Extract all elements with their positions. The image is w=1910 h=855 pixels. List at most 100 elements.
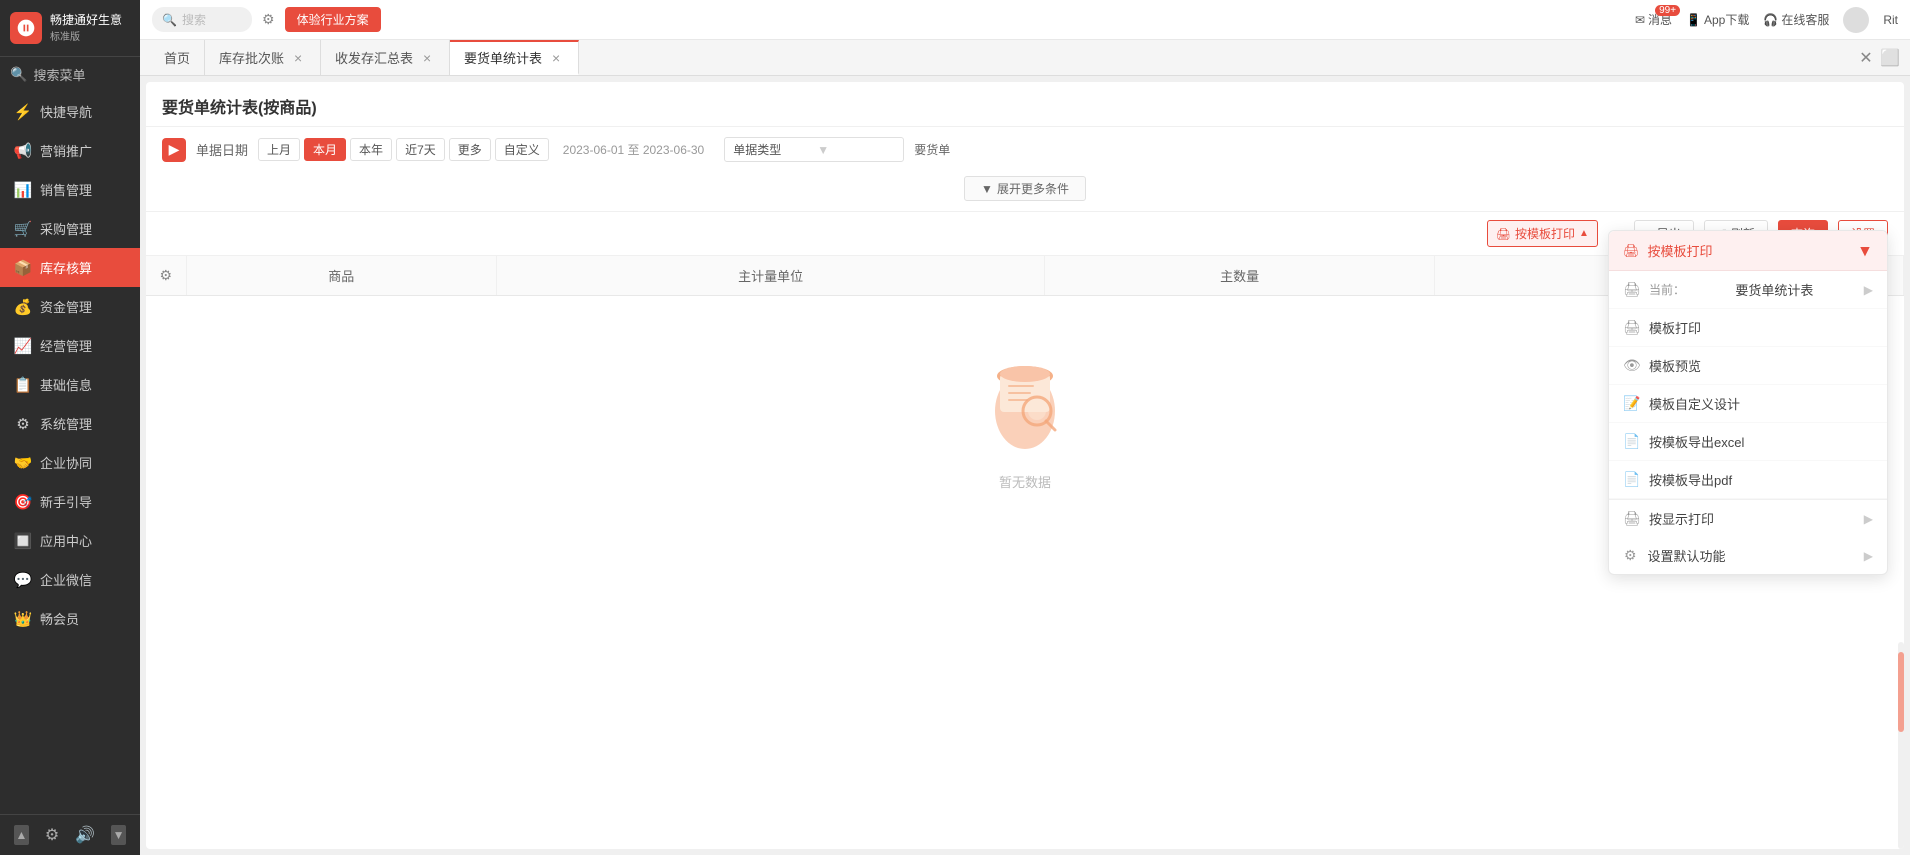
empty-text: 暂无数据 bbox=[999, 472, 1051, 491]
sidebar-item-apps[interactable]: 🔲 应用中心 bbox=[0, 521, 140, 560]
yaohuodan-label: 要货单 bbox=[914, 141, 950, 158]
expand-arrow-icon: ▼ bbox=[981, 182, 993, 196]
dropdown-close-btn[interactable]: ▲ bbox=[1857, 242, 1873, 260]
date-last-month-btn[interactable]: 上月 bbox=[258, 138, 300, 161]
date-this-year-btn[interactable]: 本年 bbox=[350, 138, 392, 161]
tab-home[interactable]: 首页 bbox=[150, 40, 205, 75]
tab-receipt-summary[interactable]: 收发存汇总表 × bbox=[321, 40, 450, 75]
expand-more-label: 展开更多条件 bbox=[997, 180, 1069, 197]
message-icon-item[interactable]: ✉ 消息 99+ bbox=[1635, 11, 1672, 28]
print-btn-label: 按模板打印 bbox=[1515, 225, 1575, 242]
topbar: 🔍 搜索 ⚙ 体验行业方案 ✉ 消息 99+ 📱 App下载 🎧 在线客服 Ri… bbox=[140, 0, 1910, 40]
tab-order-stats[interactable]: 要货单统计表 × bbox=[450, 40, 579, 75]
close-receipt-summary-btn[interactable]: × bbox=[419, 50, 435, 66]
dropdown-header: 🖨 按模板打印 ▲ bbox=[1609, 231, 1887, 271]
date-buttons: 上月 本月 本年 近7天 更多 自定义 bbox=[258, 138, 549, 161]
right-scrollbar[interactable] bbox=[1898, 642, 1904, 849]
template-design-icon: 📝 bbox=[1623, 395, 1639, 412]
online-service-item[interactable]: 🎧 在线客服 bbox=[1763, 11, 1829, 28]
template-indicator-icon: 🖨 bbox=[1623, 281, 1639, 298]
date-this-month-btn[interactable]: 本月 bbox=[304, 138, 346, 161]
print-btn[interactable]: 🖨 按模板打印 ▲ bbox=[1487, 220, 1598, 247]
maximize-btn[interactable]: ⬜ bbox=[1880, 48, 1900, 68]
table-header-settings[interactable]: ⚙ bbox=[146, 256, 186, 296]
sidebar-item-system[interactable]: ⚙ 系统管理 bbox=[0, 404, 140, 443]
speaker-icon[interactable]: 🔊 bbox=[75, 825, 95, 845]
sidebar-item-inventory[interactable]: 📦 库存核算 bbox=[0, 248, 140, 287]
chevron-down-icon: ▼ bbox=[817, 143, 895, 157]
sidebar-item-label: 基础信息 bbox=[40, 375, 92, 394]
sidebar-item-finance[interactable]: 💰 资金管理 bbox=[0, 287, 140, 326]
sidebar-item-wechat[interactable]: 💬 企业微信 bbox=[0, 560, 140, 599]
template-design-label: 模板自定义设计 bbox=[1649, 394, 1740, 413]
filter-expand-btn[interactable]: ▶ bbox=[162, 138, 186, 162]
sidebar-item-enterprise[interactable]: 🤝 企业协同 bbox=[0, 443, 140, 482]
sidebar-item-label: 快捷导航 bbox=[40, 102, 92, 121]
display-print-icon: 🖨 bbox=[1623, 510, 1639, 527]
date-7days-btn[interactable]: 近7天 bbox=[396, 138, 445, 161]
message-icon: ✉ bbox=[1635, 13, 1645, 27]
purchase-icon: 🛒 bbox=[14, 220, 32, 238]
finance-icon: 💰 bbox=[14, 298, 32, 316]
scroll-up-btn[interactable]: ▲ bbox=[14, 825, 29, 845]
dropdown-template-design[interactable]: 📝 模板自定义设计 bbox=[1609, 385, 1887, 423]
template-excel-label: 按模板导出excel bbox=[1649, 432, 1744, 451]
yaohuodan-type-filter: 要货单 bbox=[914, 141, 950, 158]
sidebar-item-basic[interactable]: 📋 基础信息 bbox=[0, 365, 140, 404]
dropdown-template-preview[interactable]: 👁 模板预览 bbox=[1609, 347, 1887, 385]
topbar-icons: ✉ 消息 99+ 📱 App下载 🎧 在线客服 Rit bbox=[1635, 7, 1898, 33]
dropdown-set-default[interactable]: ⚙ 设置默认功能 ▶ bbox=[1609, 537, 1887, 574]
tabbar-right: ✕ ⬜ bbox=[1856, 40, 1910, 75]
tabbar: 首页 库存批次账 × 收发存汇总表 × 要货单统计表 × ✕ ⬜ bbox=[140, 40, 1910, 76]
topbar-search-box[interactable]: 🔍 搜索 bbox=[152, 7, 252, 32]
inventory-icon: 📦 bbox=[14, 259, 32, 277]
template-excel-icon: 📄 bbox=[1623, 433, 1639, 450]
app-name: 畅捷通好生意 bbox=[50, 13, 122, 29]
username: Rit bbox=[1883, 13, 1898, 27]
table-header-unit: 主计量单位 bbox=[497, 256, 1045, 296]
page-content: 要货单统计表(按商品) ▶ 单据日期 上月 本月 本年 近7天 更多 自定义 2… bbox=[146, 82, 1904, 849]
expand-more-conditions-btn[interactable]: ▼ 展开更多条件 bbox=[964, 176, 1086, 201]
app-logo: 畅捷通好生意 标准版 bbox=[0, 0, 140, 57]
app-name-block: 畅捷通好生意 标准版 bbox=[50, 13, 122, 44]
close-inventory-batch-btn[interactable]: × bbox=[290, 50, 306, 66]
apps-icon: 🔲 bbox=[14, 532, 32, 550]
close-window-btn[interactable]: ✕ bbox=[1856, 48, 1876, 68]
column-settings-icon[interactable]: ⚙ bbox=[159, 267, 172, 283]
tab-inventory-batch-label: 库存批次账 bbox=[219, 48, 284, 67]
sidebar-item-label: 新手引导 bbox=[40, 492, 92, 511]
topbar-gear-icon[interactable]: ⚙ bbox=[262, 11, 275, 28]
sidebar-item-marketing[interactable]: 📢 营销推广 bbox=[0, 131, 140, 170]
type-select[interactable]: 单据类型 ▼ bbox=[724, 137, 904, 162]
close-order-stats-btn[interactable]: × bbox=[548, 50, 564, 66]
template-print-label: 模板打印 bbox=[1649, 318, 1701, 337]
industry-btn[interactable]: 体验行业方案 bbox=[285, 7, 381, 32]
sidebar-item-sales[interactable]: 📊 销售管理 bbox=[0, 170, 140, 209]
message-badge: 99+ bbox=[1655, 5, 1680, 16]
dropdown-display-print[interactable]: 🖨 按显示打印 ▶ bbox=[1609, 500, 1887, 537]
app-download-icon: 📱 bbox=[1686, 13, 1701, 27]
sidebar-item-member[interactable]: 👑 畅会员 bbox=[0, 599, 140, 638]
sidebar-item-label: 经营管理 bbox=[40, 336, 92, 355]
dropdown-template-excel[interactable]: 📄 按模板导出excel bbox=[1609, 423, 1887, 461]
app-download-item[interactable]: 📱 App下载 bbox=[1686, 11, 1749, 28]
sidebar-item-label: 企业微信 bbox=[40, 570, 92, 589]
sidebar-item-label: 资金管理 bbox=[40, 297, 92, 316]
settings-footer-icon[interactable]: ⚙ bbox=[45, 825, 59, 845]
set-default-sub: 设置默认功能 ▶ bbox=[1647, 546, 1873, 565]
date-more-btn[interactable]: 更多 bbox=[449, 138, 491, 161]
sidebar-search[interactable]: 🔍 搜索菜单 bbox=[0, 57, 140, 92]
sidebar-item-guide[interactable]: 🎯 新手引导 bbox=[0, 482, 140, 521]
scroll-down-btn[interactable]: ▼ bbox=[111, 825, 126, 845]
sidebar-item-quick-nav[interactable]: ⚡ 快捷导航 bbox=[0, 92, 140, 131]
filter-expand-row: ▼ 展开更多条件 bbox=[162, 176, 1888, 201]
dropdown-template-print[interactable]: 🖨 模板打印 bbox=[1609, 309, 1887, 347]
avatar[interactable] bbox=[1843, 7, 1869, 33]
dropdown-current-template[interactable]: 🖨 当前： 要货单统计表 ▶ bbox=[1609, 271, 1887, 309]
sidebar-item-purchase[interactable]: 🛒 采购管理 bbox=[0, 209, 140, 248]
tab-inventory-batch[interactable]: 库存批次账 × bbox=[205, 40, 321, 75]
dropdown-template-pdf[interactable]: 📄 按模板导出pdf bbox=[1609, 461, 1887, 499]
scrollbar-thumb[interactable] bbox=[1898, 652, 1904, 732]
date-custom-btn[interactable]: 自定义 bbox=[495, 138, 549, 161]
sidebar-item-operations[interactable]: 📈 经营管理 bbox=[0, 326, 140, 365]
